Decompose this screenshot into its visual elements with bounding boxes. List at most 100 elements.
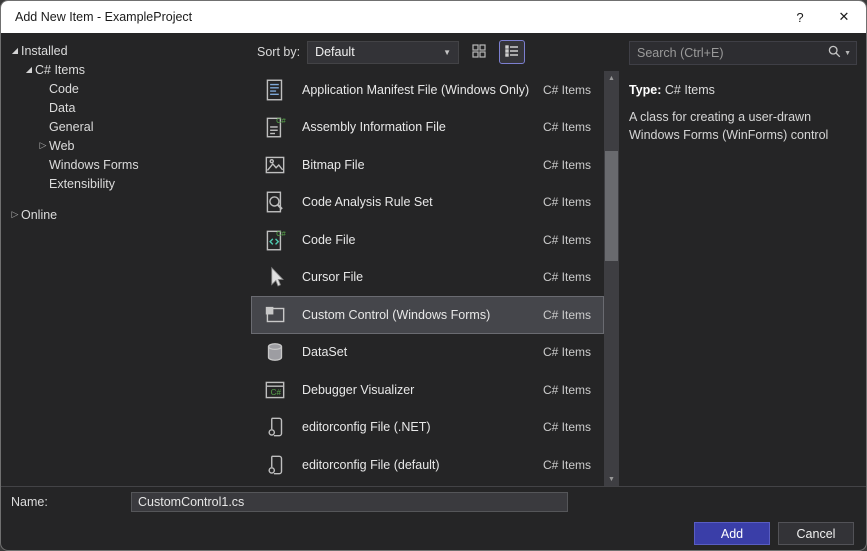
template-label: Debugger Visualizer xyxy=(302,382,415,397)
template-label: editorconfig File (default) xyxy=(302,457,440,472)
template-row[interactable]: editorconfig File (default) C# Items xyxy=(251,446,604,484)
tree-node-code[interactable]: Code xyxy=(1,79,251,98)
template-row[interactable]: Code Analysis Rule Set C# Items xyxy=(251,184,604,222)
triangle-expanded-icon[interactable]: ◢ xyxy=(9,46,21,55)
sort-dropdown[interactable]: Default ▼ xyxy=(307,40,460,64)
dialog-content: ◢ Installed ◢ C# Items Code Data General… xyxy=(1,33,866,486)
template-group: C# Items xyxy=(542,307,591,322)
template-row[interactable]: Bitmap File C# Items xyxy=(251,146,604,184)
svg-text:C#: C# xyxy=(271,388,282,397)
template-label: Bitmap File xyxy=(302,157,365,172)
close-button[interactable]: ✕ xyxy=(822,1,866,33)
type-value: C# Items xyxy=(664,83,715,97)
template-pane: Sort by: Default ▼ Application Manifest … xyxy=(251,33,619,486)
tree-node-extensibility[interactable]: Extensibility xyxy=(1,174,251,193)
help-button[interactable]: ? xyxy=(778,1,822,33)
sort-toolbar: Sort by: Default ▼ xyxy=(251,33,619,71)
triangle-collapsed-icon[interactable]: ▷ xyxy=(9,209,21,220)
titlebar: Add New Item - ExampleProject ? ✕ xyxy=(1,1,866,33)
type-line: Type: C# Items xyxy=(629,83,857,97)
sort-by-label: Sort by: xyxy=(257,45,301,59)
add-button[interactable]: Add xyxy=(694,522,770,545)
cursor-file-icon xyxy=(262,264,290,290)
template-group: C# Items xyxy=(542,195,591,210)
template-details: Type: C# Items A class for creating a us… xyxy=(629,83,857,144)
triangle-expanded-icon[interactable]: ◢ xyxy=(23,65,35,74)
template-row[interactable]: DataSet C# Items xyxy=(251,334,604,372)
template-row[interactable]: C# Assembly Information File C# Items xyxy=(251,109,604,147)
search-controls[interactable]: ▼ xyxy=(827,44,851,62)
template-label: Assembly Information File xyxy=(302,120,446,135)
template-row[interactable]: editorconfig File (.NET) C# Items xyxy=(251,409,604,447)
tree-node-data[interactable]: Data xyxy=(1,98,251,117)
tree-label: Web xyxy=(49,138,75,153)
template-label: Application Manifest File (Windows Only) xyxy=(302,82,530,97)
custom-control-icon xyxy=(262,302,290,328)
tree-node-web[interactable]: ▷ Web xyxy=(1,136,251,155)
template-description: A class for creating a user-drawn Window… xyxy=(629,110,829,143)
tree-node-csharp-items[interactable]: ◢ C# Items xyxy=(1,60,251,79)
svg-text:C#: C# xyxy=(276,229,286,238)
name-input[interactable] xyxy=(131,492,568,512)
name-row: Name: xyxy=(1,487,866,517)
template-label: Cursor File xyxy=(302,270,364,285)
add-new-item-dialog: Add New Item - ExampleProject ? ✕ ◢ Inst… xyxy=(0,0,867,551)
template-row[interactable]: C# Debugger Visualizer C# Items xyxy=(251,371,604,409)
small-icons-view-button[interactable] xyxy=(466,40,492,64)
bitmap-file-icon xyxy=(262,152,290,178)
tree-label: Installed xyxy=(21,43,68,58)
scrollbar-thumb[interactable] xyxy=(605,151,618,261)
template-label: Code File xyxy=(302,232,356,247)
list-scrollbar[interactable]: ▲ ▼ xyxy=(604,71,619,486)
template-group: C# Items xyxy=(542,82,591,97)
tree-label: C# Items xyxy=(35,62,86,77)
tree-node-general[interactable]: General xyxy=(1,117,251,136)
grid-view-icon xyxy=(471,43,487,62)
template-label: Custom Control (Windows Forms) xyxy=(302,307,491,322)
tree-label: Data xyxy=(49,100,76,115)
template-row-selected[interactable]: Custom Control (Windows Forms) C# Items xyxy=(251,296,604,334)
chevron-down-icon[interactable]: ▼ xyxy=(844,50,851,57)
template-row[interactable]: C# Code File C# Items xyxy=(251,221,604,259)
chevron-down-icon: ▼ xyxy=(443,47,452,57)
template-group: C# Items xyxy=(542,345,591,360)
editorconfig-default-file-icon xyxy=(262,452,290,478)
tree-label: General xyxy=(49,119,94,134)
button-row: Add Cancel xyxy=(1,517,866,550)
template-group: C# Items xyxy=(542,457,591,472)
tree-label: Windows Forms xyxy=(49,157,139,172)
application-manifest-file-icon xyxy=(262,77,290,103)
template-row[interactable]: Cursor File C# Items xyxy=(251,259,604,297)
tree-label: Extensibility xyxy=(49,176,115,191)
template-list-wrap: Application Manifest File (Windows Only)… xyxy=(251,71,619,486)
triangle-collapsed-icon[interactable]: ▷ xyxy=(37,140,49,151)
window-title: Add New Item - ExampleProject xyxy=(15,10,193,24)
cancel-button[interactable]: Cancel xyxy=(778,522,854,545)
search-input[interactable] xyxy=(637,46,828,60)
scroll-down-icon[interactable]: ▼ xyxy=(604,472,619,486)
category-tree: ◢ Installed ◢ C# Items Code Data General… xyxy=(1,33,251,486)
name-label: Name: xyxy=(11,495,48,509)
type-label: Type: xyxy=(629,83,662,97)
template-group: C# Items xyxy=(542,232,591,247)
code-file-icon: C# xyxy=(262,227,290,253)
template-label: editorconfig File (.NET) xyxy=(302,420,431,435)
tree-label: Online xyxy=(21,207,58,222)
template-group: C# Items xyxy=(542,157,591,172)
details-pane: ▼ Type: C# Items A class for creating a … xyxy=(619,33,866,486)
template-list: Application Manifest File (Windows Only)… xyxy=(251,71,604,486)
code-analysis-rule-set-icon xyxy=(262,189,290,215)
tree-node-online[interactable]: ▷ Online xyxy=(1,205,251,224)
tree-node-installed[interactable]: ◢ Installed xyxy=(1,41,251,60)
list-view-button[interactable] xyxy=(499,40,526,64)
assembly-information-file-icon: C# xyxy=(262,114,290,140)
search-icon[interactable] xyxy=(827,44,842,62)
debugger-visualizer-icon: C# xyxy=(262,377,290,403)
scroll-up-icon[interactable]: ▲ xyxy=(604,71,619,85)
template-row[interactable]: Application Manifest File (Windows Only)… xyxy=(251,71,604,109)
template-label: Code Analysis Rule Set xyxy=(302,195,433,210)
template-group: C# Items xyxy=(542,270,591,285)
tree-node-windows-forms[interactable]: Windows Forms xyxy=(1,155,251,174)
template-label: DataSet xyxy=(302,345,348,360)
editorconfig-dotnet-file-icon xyxy=(262,414,290,440)
